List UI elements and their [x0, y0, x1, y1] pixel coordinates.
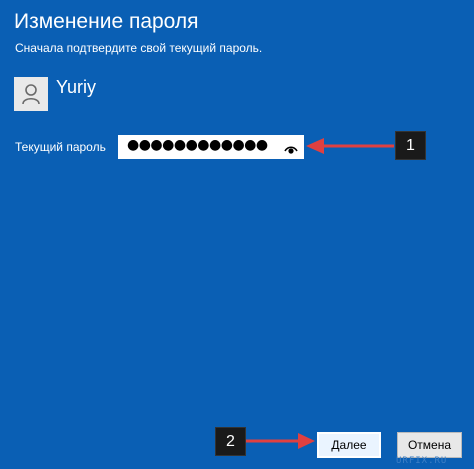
step-marker-1: 1 — [395, 131, 426, 160]
cancel-button[interactable]: Отмена — [397, 432, 462, 458]
step-marker-2: 2 — [215, 427, 246, 456]
arrow-to-password — [306, 138, 394, 154]
watermark: URFIX.RU — [396, 456, 448, 466]
annotation-arrows — [246, 138, 394, 449]
next-button[interactable]: Далее — [317, 432, 381, 458]
arrow-to-next-button — [246, 433, 315, 449]
